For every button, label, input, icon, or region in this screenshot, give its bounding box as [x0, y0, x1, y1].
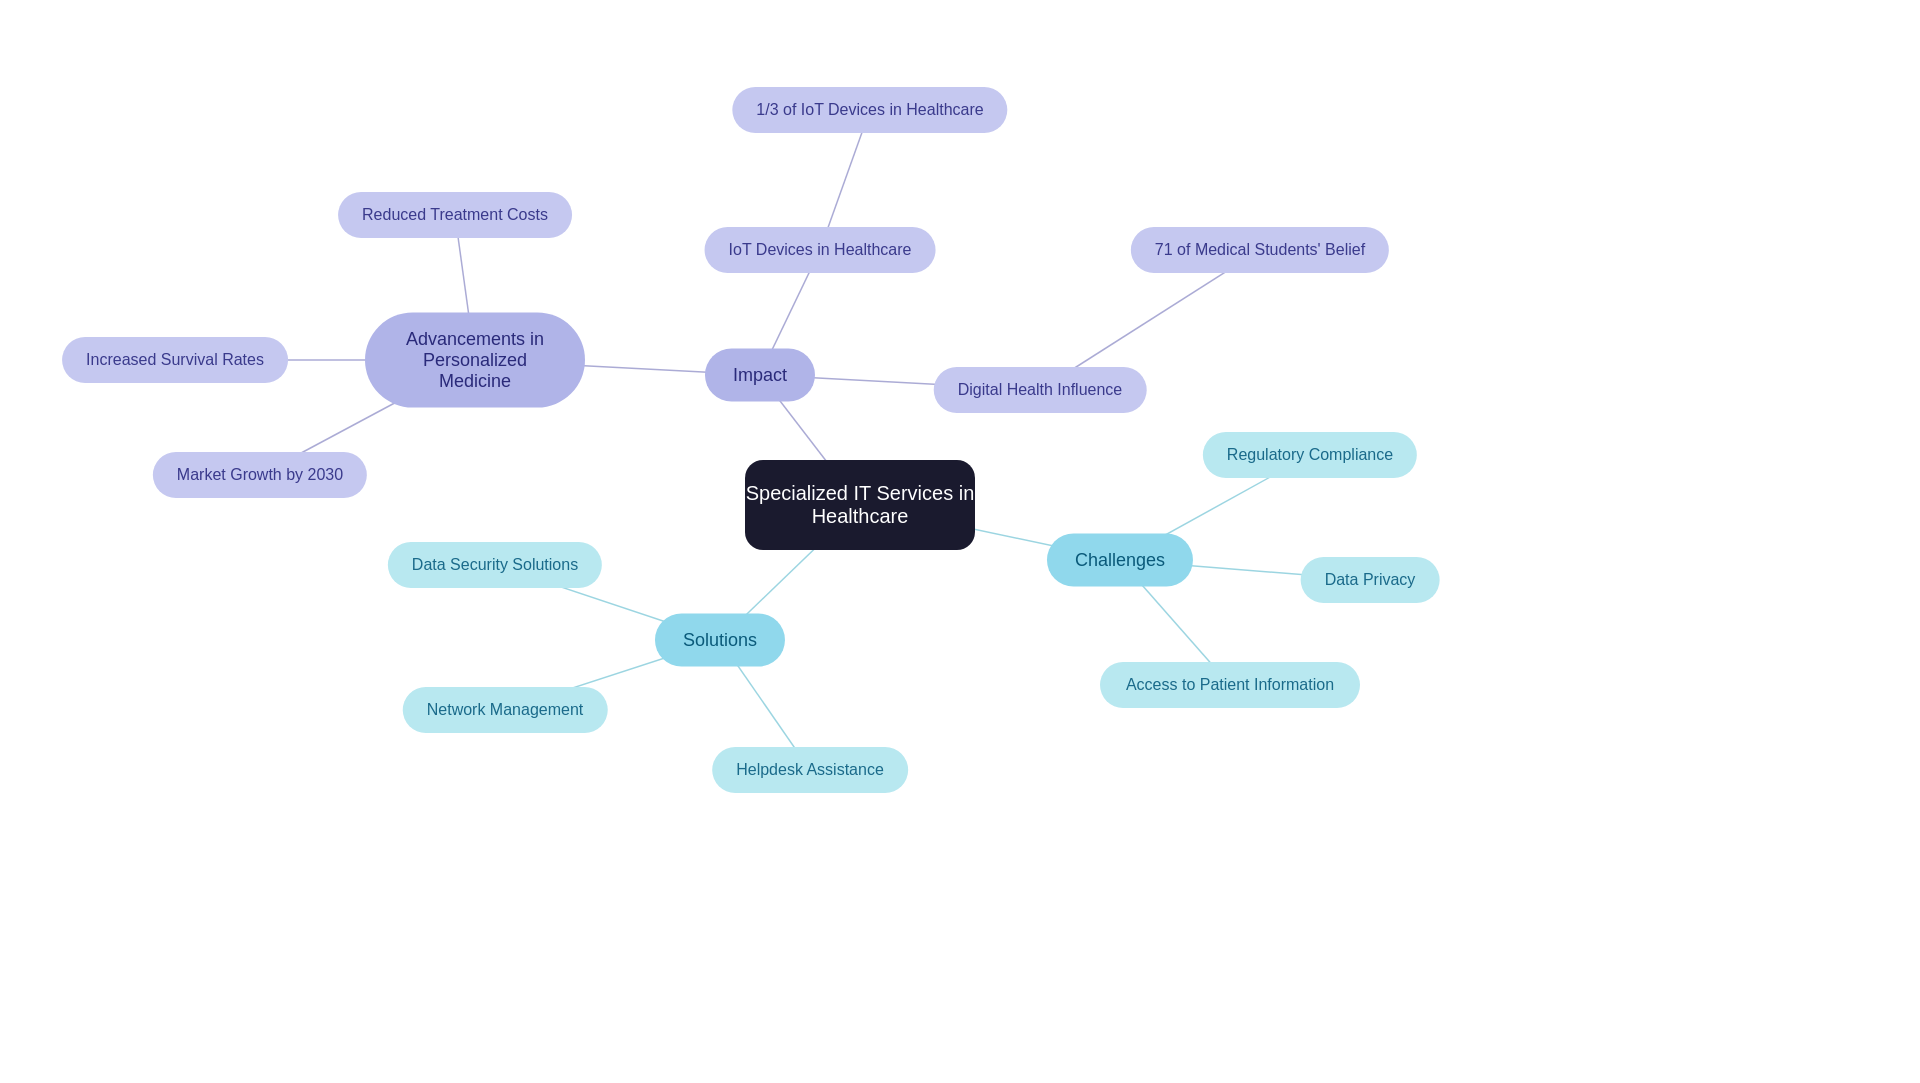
node-iot-devices: IoT Devices in Healthcare [705, 227, 936, 273]
node-impact-label: Impact [733, 365, 787, 386]
node-advancements-label: Advancements in Personalized Medicine [393, 329, 557, 392]
node-data-privacy: Data Privacy [1301, 557, 1440, 603]
node-solutions-label: Solutions [683, 630, 757, 651]
node-survival-label: Increased Survival Rates [86, 351, 264, 369]
node-patient-label: Access to Patient Information [1126, 676, 1334, 694]
node-reduced-label: Reduced Treatment Costs [362, 206, 548, 224]
node-iot-label: IoT Devices in Healthcare [729, 241, 912, 259]
node-regulatory: Regulatory Compliance [1203, 432, 1417, 478]
node-privacy-label: Data Privacy [1325, 571, 1416, 589]
node-increased-survival: Increased Survival Rates [62, 337, 288, 383]
node-data-security: Data Security Solutions [388, 542, 602, 588]
node-digital-health: Digital Health Influence [934, 367, 1147, 413]
node-digital-label: Digital Health Influence [958, 381, 1123, 399]
node-medical-students: 71 of Medical Students' Belief [1131, 227, 1389, 273]
node-helpdesk: Helpdesk Assistance [712, 747, 908, 793]
node-patient-access: Access to Patient Information [1100, 662, 1360, 708]
node-challenges-label: Challenges [1075, 550, 1165, 571]
node-data-security-label: Data Security Solutions [412, 556, 578, 574]
node-impact: Impact [705, 349, 815, 402]
node-challenges: Challenges [1047, 534, 1193, 587]
node-medical-label: 71 of Medical Students' Belief [1155, 241, 1365, 259]
node-network-label: Network Management [427, 701, 584, 719]
node-iot-fraction: 1/3 of IoT Devices in Healthcare [732, 87, 1007, 133]
node-iot-fraction-label: 1/3 of IoT Devices in Healthcare [756, 101, 983, 119]
node-advancements: Advancements in Personalized Medicine [365, 313, 585, 408]
node-regulatory-label: Regulatory Compliance [1227, 446, 1393, 464]
node-helpdesk-label: Helpdesk Assistance [736, 761, 884, 779]
node-center: Specialized IT Services in Healthcare [745, 460, 975, 550]
node-reduced-treatment: Reduced Treatment Costs [338, 192, 572, 238]
node-solutions: Solutions [655, 614, 785, 667]
node-network-mgmt: Network Management [403, 687, 608, 733]
node-market-label: Market Growth by 2030 [177, 466, 343, 484]
node-market-growth: Market Growth by 2030 [153, 452, 367, 498]
node-center-label: Specialized IT Services in Healthcare [746, 482, 975, 528]
